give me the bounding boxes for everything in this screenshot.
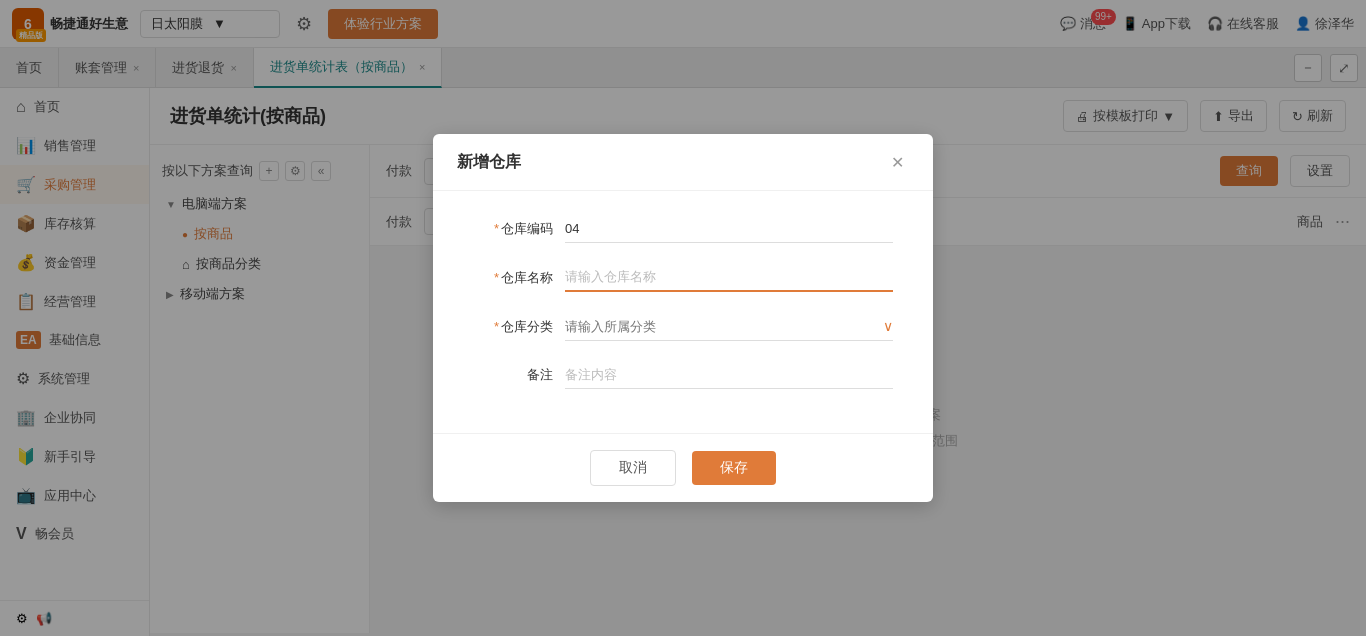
note-label: 备注	[473, 366, 553, 384]
note-input[interactable]	[565, 361, 893, 389]
category-dropdown-icon: ∨	[883, 318, 893, 334]
modal-body: 仓库编码 仓库名称 仓库分类 ∨ 备注	[433, 191, 933, 433]
form-row-name: 仓库名称	[473, 263, 893, 292]
category-input[interactable]	[565, 319, 883, 334]
form-row-note: 备注	[473, 361, 893, 389]
modal-header: 新增仓库 ✕	[433, 134, 933, 191]
category-label: 仓库分类	[473, 318, 553, 336]
modal-title: 新增仓库	[457, 152, 521, 173]
name-label: 仓库名称	[473, 269, 553, 287]
warehouse-name-input[interactable]	[565, 263, 893, 292]
cancel-button[interactable]: 取消	[590, 450, 676, 486]
modal-close-button[interactable]: ✕	[885, 150, 909, 174]
warehouse-code-input[interactable]	[565, 215, 893, 243]
save-button[interactable]: 保存	[692, 451, 776, 485]
add-warehouse-modal: 新增仓库 ✕ 仓库编码 仓库名称 仓库分类 ∨	[433, 134, 933, 502]
modal-footer: 取消 保存	[433, 433, 933, 502]
code-label: 仓库编码	[473, 220, 553, 238]
category-select-row[interactable]: ∨	[565, 312, 893, 341]
form-row-category: 仓库分类 ∨	[473, 312, 893, 341]
modal-overlay[interactable]: 新增仓库 ✕ 仓库编码 仓库名称 仓库分类 ∨	[0, 0, 1366, 636]
form-row-code: 仓库编码	[473, 215, 893, 243]
